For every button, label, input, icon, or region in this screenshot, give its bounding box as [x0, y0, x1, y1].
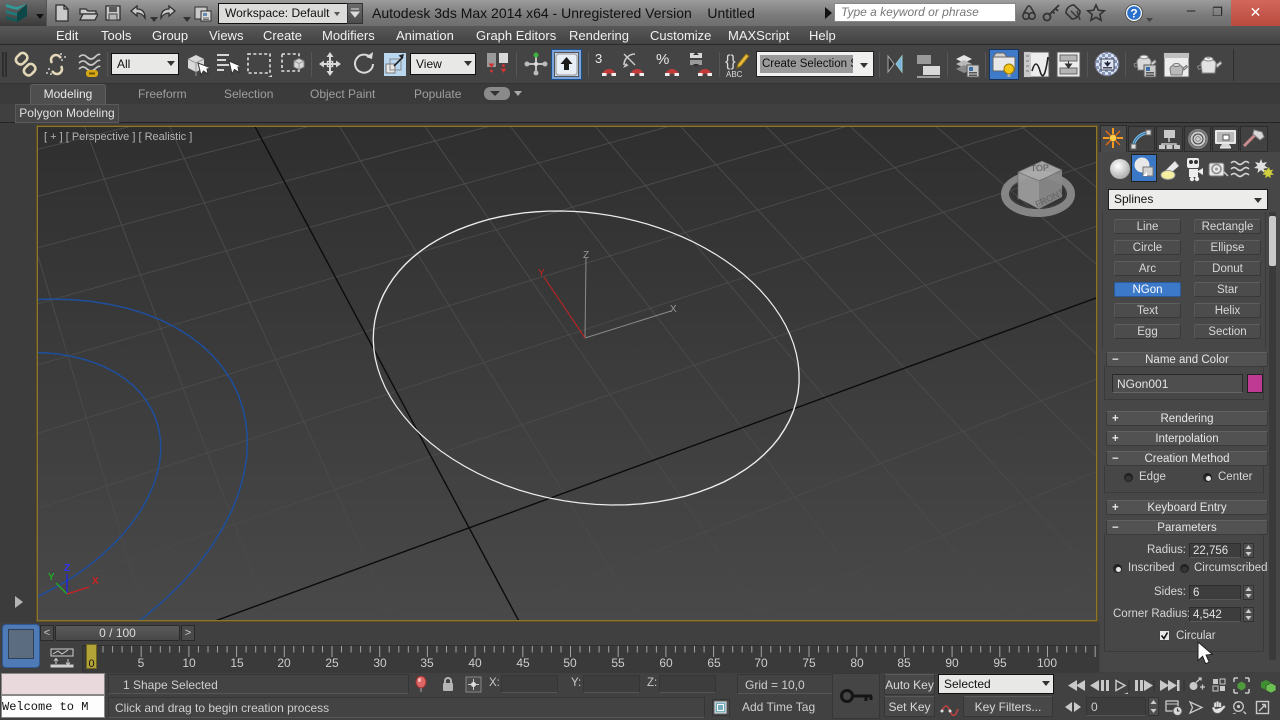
svg-text:75: 75 — [802, 656, 816, 670]
svg-text:15: 15 — [230, 656, 244, 670]
svg-text:{}: {} — [725, 53, 736, 70]
svg-text:95: 95 — [993, 656, 1007, 670]
svg-text:25: 25 — [325, 656, 339, 670]
svg-text:85: 85 — [897, 656, 911, 670]
svg-text:80: 80 — [850, 656, 864, 670]
svg-text:40: 40 — [468, 656, 482, 670]
svg-text:10: 10 — [182, 656, 196, 670]
svg-text:20: 20 — [277, 656, 291, 670]
svg-text:100: 100 — [1037, 656, 1057, 670]
svg-text:50: 50 — [563, 656, 577, 670]
svg-text:65: 65 — [707, 656, 721, 670]
svg-text:?: ? — [1130, 7, 1137, 21]
svg-text:3: 3 — [595, 51, 602, 66]
svg-text:90: 90 — [945, 656, 959, 670]
svg-text:60: 60 — [659, 656, 673, 670]
svg-text:5: 5 — [138, 656, 145, 670]
svg-text:35: 35 — [420, 656, 434, 670]
svg-text:ABC: ABC — [726, 70, 743, 79]
svg-text:55: 55 — [611, 656, 625, 670]
svg-text:45: 45 — [516, 656, 530, 670]
svg-text:%: % — [656, 51, 669, 68]
svg-text:30: 30 — [373, 656, 387, 670]
svg-text:70: 70 — [754, 656, 768, 670]
